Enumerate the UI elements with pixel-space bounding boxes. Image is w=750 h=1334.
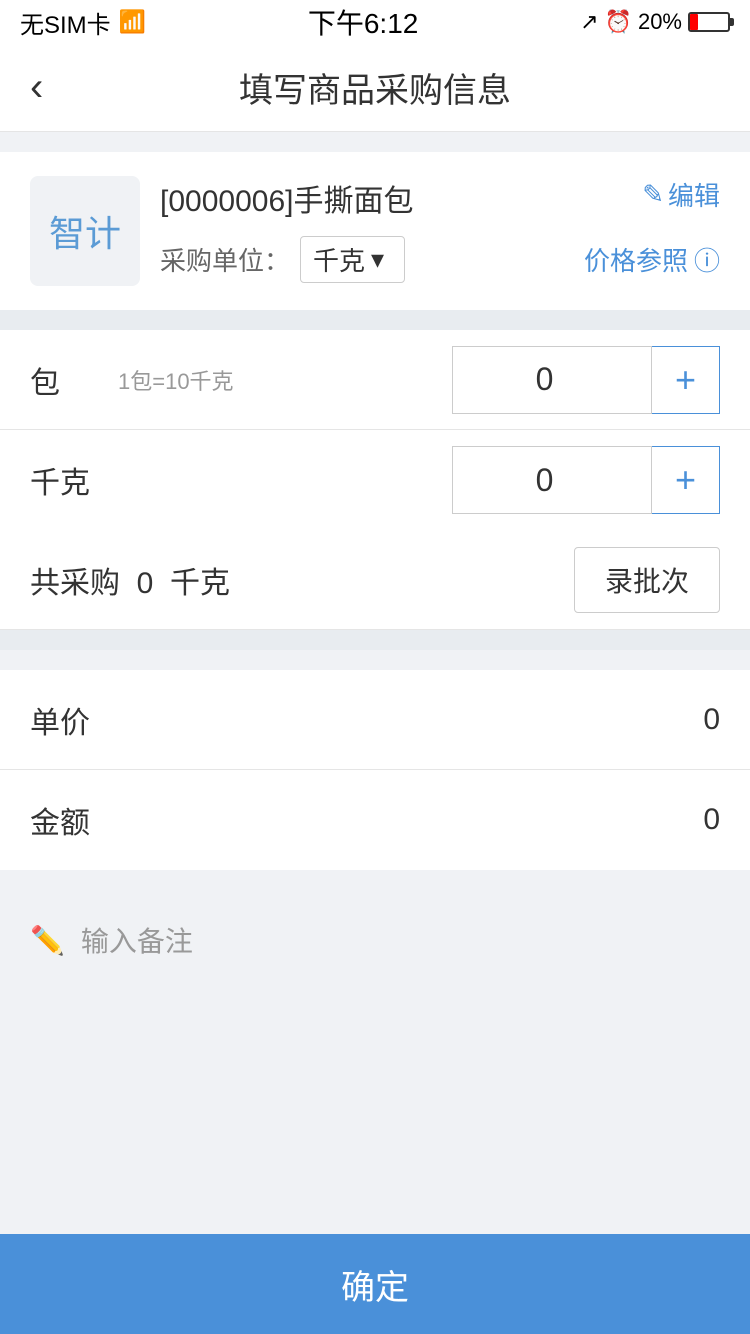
battery-fill	[690, 14, 698, 30]
edit-label: 编辑	[668, 176, 720, 213]
section-divider-1	[0, 310, 750, 330]
summary-quantity: 0	[137, 567, 154, 600]
price-section: 单价 0 金额 0	[0, 670, 750, 870]
remark-placeholder: 输入备注	[81, 920, 193, 960]
summary-prefix: 共采购	[30, 567, 120, 600]
product-logo-text: 智计	[49, 205, 121, 257]
location-icon: ↗	[580, 9, 598, 35]
chevron-down-icon: ▾	[371, 244, 384, 275]
unit-select[interactable]: 千克 ▾	[300, 236, 405, 283]
info-icon: ⓘ	[694, 241, 720, 278]
product-card: 智计 [0000006]手撕面包 ✎ 编辑 采购单位： 千克 ▾ 价格参照 ⓘ	[0, 152, 750, 310]
summary-text: 共采购 0 千克	[30, 558, 230, 602]
price-ref-label: 价格参照	[584, 241, 688, 278]
bag-label: 包	[30, 358, 110, 402]
price-ref-button[interactable]: 价格参照 ⓘ	[584, 241, 720, 278]
bag-quantity-input[interactable]	[452, 346, 652, 414]
pencil-icon: ✏️	[30, 924, 65, 957]
kg-quantity-wrapper: +	[452, 446, 720, 514]
summary-row: 共采购 0 千克 录批次	[0, 530, 750, 630]
status-left: 无SIM卡 📶	[20, 5, 146, 40]
status-right: ↗ ⏰ 20%	[580, 9, 730, 35]
amount-value: 0	[703, 803, 720, 837]
unit-value: 千克	[313, 241, 365, 278]
wifi-icon: 📶	[119, 9, 146, 35]
product-title: 手撕面包	[293, 185, 413, 218]
nav-bar: ‹ 填写商品采购信息	[0, 44, 750, 132]
bag-plus-button[interactable]: +	[652, 346, 720, 414]
time-label: 下午6:12	[308, 2, 419, 42]
summary-unit: 千克	[170, 567, 230, 600]
kg-plus-button[interactable]: +	[652, 446, 720, 514]
unit-label: 采购单位：	[160, 241, 290, 278]
section-divider-2	[0, 630, 750, 650]
kg-quantity-input[interactable]	[452, 446, 652, 514]
page-title: 填写商品采购信息	[239, 63, 511, 112]
battery-icon	[688, 12, 730, 32]
carrier-label: 无SIM卡	[20, 5, 111, 40]
unit-price-row: 单价 0	[0, 670, 750, 770]
status-bar: 无SIM卡 📶 下午6:12 ↗ ⏰ 20%	[0, 0, 750, 44]
battery-percentage: 20%	[638, 9, 682, 35]
unit-wrapper: 采购单位： 千克 ▾	[160, 236, 405, 283]
bag-sublabel: 1包=10千克	[118, 364, 234, 396]
amount-label: 金额	[30, 798, 90, 842]
remark-section[interactable]: ✏️ 输入备注	[0, 890, 750, 990]
product-id: [0000006]	[160, 185, 293, 218]
unit-price-label: 单价	[30, 698, 90, 742]
back-button[interactable]: ‹	[30, 65, 63, 110]
kg-label: 千克	[30, 458, 110, 502]
input-section: 包 1包=10千克 + 千克 +	[0, 330, 750, 530]
alarm-icon: ⏰	[605, 9, 632, 35]
batch-button[interactable]: 录批次	[574, 547, 720, 613]
product-name-row: [0000006]手撕面包 ✎ 编辑	[160, 176, 720, 220]
edit-icon: ✎	[642, 179, 664, 210]
product-info: [0000006]手撕面包 ✎ 编辑 采购单位： 千克 ▾ 价格参照 ⓘ	[160, 176, 720, 283]
confirm-button[interactable]: 确定	[0, 1234, 750, 1334]
unit-price-value: 0	[703, 703, 720, 737]
kg-input-row: 千克 +	[0, 430, 750, 530]
bag-input-row: 包 1包=10千克 +	[0, 330, 750, 430]
amount-row: 金额 0	[0, 770, 750, 870]
product-name: [0000006]手撕面包	[160, 176, 642, 220]
edit-button[interactable]: ✎ 编辑	[642, 176, 720, 213]
unit-row: 采购单位： 千克 ▾ 价格参照 ⓘ	[160, 236, 720, 283]
bag-quantity-wrapper: +	[452, 346, 720, 414]
product-thumbnail: 智计	[30, 176, 140, 286]
